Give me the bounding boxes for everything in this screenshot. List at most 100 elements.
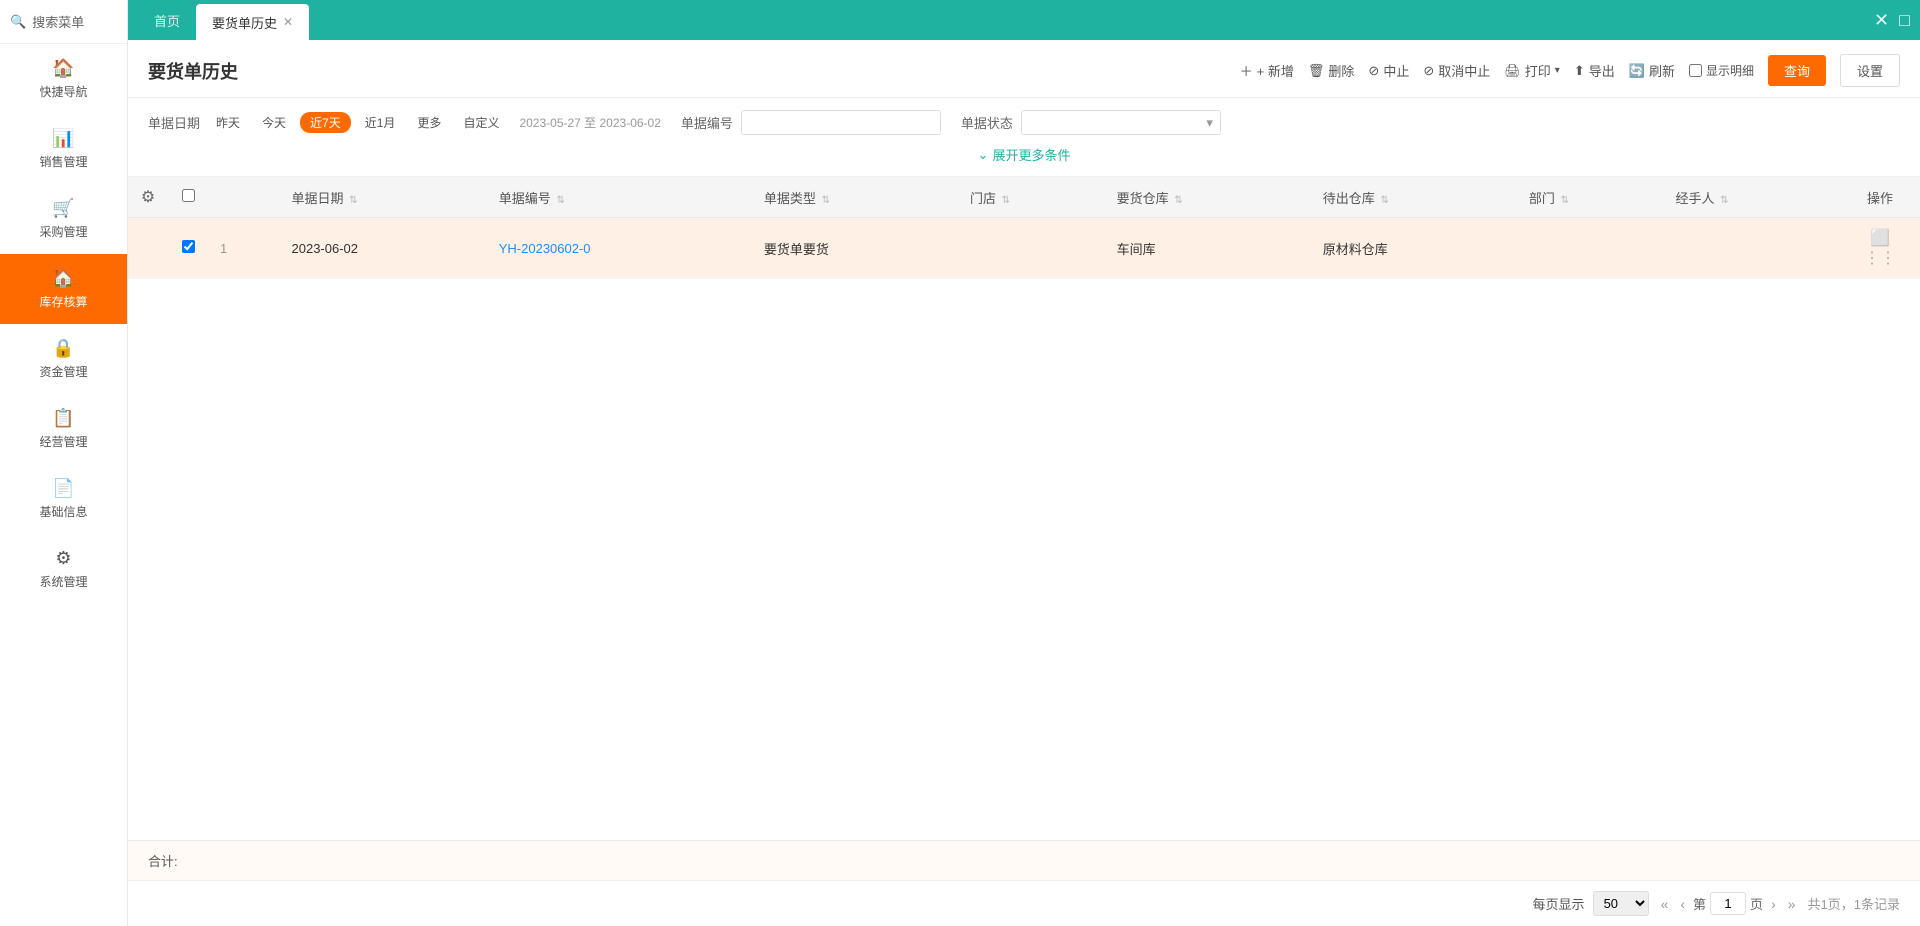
- order-no-link[interactable]: YH-20230602-0: [499, 241, 591, 256]
- date-btn-today[interactable]: 今天: [254, 112, 294, 133]
- th-handler-label: 经手人: [1676, 191, 1715, 206]
- th-dest-warehouse-sort-icon[interactable]: ⇅: [1380, 195, 1388, 206]
- settings-button[interactable]: 设置: [1840, 54, 1900, 87]
- tab-home[interactable]: 首页: [138, 0, 196, 40]
- date-btn-1month[interactable]: 近1月: [357, 112, 404, 133]
- refresh-icon: 🔄: [1629, 63, 1645, 79]
- th-date-sort-icon[interactable]: ⇅: [349, 195, 357, 206]
- first-page-button[interactable]: «: [1657, 894, 1673, 914]
- expand-filter-button[interactable]: ⌄ 展开更多条件: [978, 145, 1071, 164]
- sidebar: 🔍 搜索菜单 🏠 快捷导航 📊 销售管理 🛒 采购管理 🏠 库存核算 🔒 资金管…: [0, 0, 128, 926]
- cancel-stop-label: 取消中止: [1438, 61, 1490, 80]
- purchase-icon: 🛒: [52, 198, 74, 219]
- page-label: 第: [1693, 894, 1706, 913]
- th-shop: 门店 ⇅: [958, 177, 1105, 218]
- sidebar-item-basic[interactable]: 📄 基础信息: [0, 464, 127, 534]
- sidebar-search[interactable]: 🔍 搜索菜单: [0, 0, 127, 44]
- delete-button[interactable]: 🗑 删除: [1308, 61, 1355, 80]
- sidebar-item-label: 经营管理: [39, 433, 87, 450]
- query-button[interactable]: 查询: [1768, 55, 1826, 86]
- th-req-warehouse-sort-icon[interactable]: ⇅: [1174, 195, 1182, 206]
- row-view-button[interactable]: ⬜: [1870, 228, 1890, 248]
- window-close-button[interactable]: ✕: [1874, 10, 1889, 31]
- prev-page-button[interactable]: ‹: [1676, 894, 1689, 914]
- page-nav: « ‹ 第 页 › »: [1657, 892, 1800, 915]
- date-btn-custom[interactable]: 自定义: [455, 112, 507, 133]
- filter-row-1: 单据日期 昨天 今天 近7天 近1月 更多 自定义 2023-05-27 至 2…: [148, 110, 1900, 135]
- th-dest-warehouse-label: 待出仓库: [1323, 191, 1375, 206]
- export-button[interactable]: ⬆ 导出: [1574, 61, 1615, 80]
- th-dest-warehouse: 待出仓库 ⇅: [1311, 177, 1517, 218]
- th-date-label: 单据日期: [292, 191, 344, 206]
- table-header-row: ⚙ 单据日期 ⇅ 单据编号 ⇅: [128, 177, 1920, 218]
- per-page-label: 每页显示: [1533, 894, 1585, 913]
- row-req-warehouse: 车间库: [1105, 218, 1311, 279]
- sidebar-item-purchase[interactable]: 🛒 采购管理: [0, 184, 127, 254]
- cancel-stop-button[interactable]: ⊘ 取消中止: [1423, 61, 1490, 80]
- sidebar-item-inventory[interactable]: 🏠 库存核算: [0, 254, 127, 324]
- last-page-button[interactable]: »: [1784, 894, 1800, 914]
- sidebar-item-sales[interactable]: 📊 销售管理: [0, 114, 127, 184]
- add-button[interactable]: ＋ + 新增: [1240, 61, 1294, 80]
- row-more-button[interactable]: ⋮⋮: [1864, 248, 1896, 268]
- show-detail-label: 显示明细: [1706, 62, 1754, 79]
- th-shop-label: 门店: [970, 191, 996, 206]
- order-no-label: 单据编号: [681, 113, 733, 132]
- show-detail-checkbox[interactable]: [1689, 64, 1702, 77]
- status-select[interactable]: [1021, 110, 1221, 135]
- sidebar-search-label: 搜索菜单: [32, 12, 84, 31]
- th-department-sort-icon[interactable]: ⇅: [1561, 195, 1569, 206]
- per-page-select[interactable]: 50 100 200: [1593, 891, 1649, 916]
- th-handler-sort-icon[interactable]: ⇅: [1720, 195, 1728, 206]
- page-input[interactable]: [1710, 892, 1746, 915]
- refresh-button[interactable]: 🔄 刷新: [1629, 61, 1675, 80]
- row-order-no: YH-20230602-0: [487, 218, 752, 279]
- page-header: 要货单历史 ＋ + 新增 🗑 删除 ⊘ 中止 ⊘ 取消中止: [128, 40, 1920, 98]
- date-btn-yesterday[interactable]: 昨天: [208, 112, 248, 133]
- pagination: 每页显示 50 100 200 « ‹ 第 页 › » 共1页，1条记录: [128, 880, 1920, 926]
- filter-expand-row: ⌄ 展开更多条件: [148, 145, 1900, 164]
- content-area: 要货单历史 ＋ + 新增 🗑 删除 ⊘ 中止 ⊘ 取消中止: [128, 40, 1920, 926]
- basic-icon: 📄: [52, 478, 74, 499]
- delete-icon: 🗑: [1308, 63, 1325, 79]
- sidebar-item-system[interactable]: ⚙ 系统管理: [0, 534, 127, 604]
- column-settings-button[interactable]: ⚙: [141, 189, 155, 206]
- sidebar-item-quick-nav[interactable]: 🏠 快捷导航: [0, 44, 127, 114]
- status-select-wrapper: [1021, 110, 1221, 135]
- th-order-no-sort-icon[interactable]: ⇅: [556, 195, 564, 206]
- next-page-button[interactable]: ›: [1767, 894, 1780, 914]
- row-dest-warehouse: 原材料仓库: [1311, 218, 1517, 279]
- order-no-input[interactable]: [741, 110, 941, 135]
- th-type-sort-icon[interactable]: ⇅: [822, 195, 830, 206]
- system-icon: ⚙: [55, 548, 71, 569]
- th-shop-sort-icon[interactable]: ⇅: [1002, 195, 1010, 206]
- date-btn-more[interactable]: 更多: [409, 112, 449, 133]
- print-button[interactable]: 🖨 打印 ▾: [1504, 61, 1560, 80]
- show-detail-checkbox-wrapper[interactable]: 显示明细: [1689, 62, 1754, 79]
- th-req-warehouse: 要货仓库 ⇅: [1105, 177, 1311, 218]
- date-btn-7days[interactable]: 近7天: [300, 112, 351, 133]
- tab-close-button[interactable]: ✕: [283, 15, 293, 29]
- th-date: 单据日期 ⇅: [280, 177, 487, 218]
- tab-requisition-history[interactable]: 要货单历史 ✕: [196, 4, 309, 40]
- sidebar-item-label: 基础信息: [39, 503, 87, 520]
- expand-icon: ⌄: [978, 147, 989, 163]
- th-num: [208, 177, 280, 218]
- stop-button[interactable]: ⊘ 中止: [1368, 61, 1409, 80]
- row-check[interactable]: [168, 218, 208, 279]
- sidebar-item-operation[interactable]: 📋 经营管理: [0, 394, 127, 464]
- page-title: 要货单历史: [148, 58, 238, 84]
- tab-bar: 首页 要货单历史 ✕ ✕ □: [128, 0, 1920, 40]
- export-icon: ⬆: [1574, 63, 1585, 79]
- row-checkbox[interactable]: [182, 240, 195, 253]
- sidebar-item-finance[interactable]: 🔒 资金管理: [0, 324, 127, 394]
- row-handler: [1664, 218, 1840, 279]
- sidebar-item-label: 销售管理: [39, 153, 87, 170]
- select-all-checkbox[interactable]: [182, 189, 195, 202]
- th-handler: 经手人 ⇅: [1664, 177, 1840, 218]
- date-options: 昨天 今天 近7天 近1月 更多 自定义: [208, 112, 507, 133]
- window-max-button[interactable]: □: [1899, 10, 1910, 31]
- tab-actions: ✕ □: [1874, 10, 1910, 31]
- stop-label: 中止: [1383, 61, 1409, 80]
- th-check: [168, 177, 208, 218]
